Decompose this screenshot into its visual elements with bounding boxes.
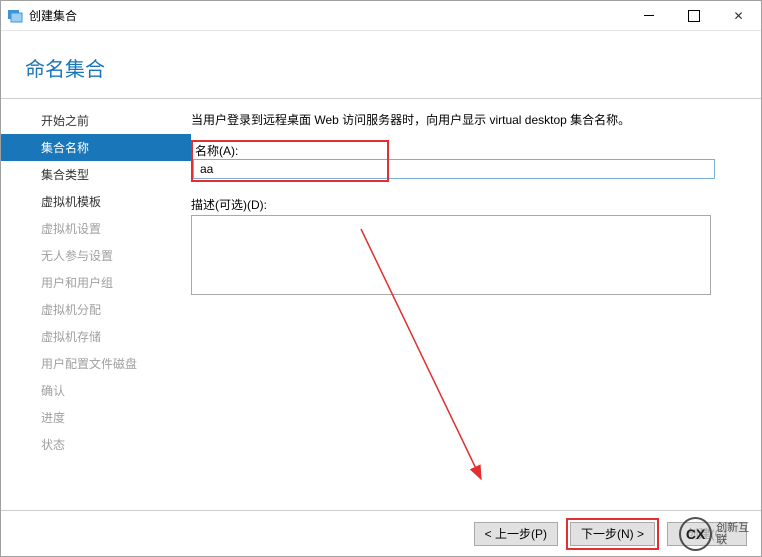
wizard-sidebar: 开始之前 集合名称 集合类型 虚拟机模板 虚拟机设置 无人参与设置 用户和用户组…: [1, 99, 191, 510]
maximize-button[interactable]: [671, 1, 716, 30]
sidebar-item-unattended: 无人参与设置: [1, 242, 191, 269]
wizard-footer: < 上一步(P) 下一步(N) > 创建(C) CX 创新互联: [1, 510, 761, 556]
previous-button[interactable]: < 上一步(P): [474, 522, 558, 546]
close-button[interactable]: [716, 1, 761, 30]
page-heading: 命名集合: [1, 31, 761, 98]
description-field-group: 描述(可选)(D):: [191, 196, 743, 298]
sidebar-item-vm-template[interactable]: 虚拟机模板: [1, 188, 191, 215]
app-icon: [7, 8, 23, 24]
sidebar-item-vm-storage: 虚拟机存储: [1, 323, 191, 350]
instruction-text: 当用户登录到远程桌面 Web 访问服务器时，向用户显示 virtual desk…: [191, 111, 743, 128]
sidebar-item-collection-type[interactable]: 集合类型: [1, 161, 191, 188]
minimize-button[interactable]: [626, 1, 671, 30]
wizard-body: 命名集合 开始之前 集合名称 集合类型 虚拟机模板 虚拟机设置 无人参与设置 用…: [1, 31, 761, 556]
description-label: 描述(可选)(D):: [191, 196, 743, 213]
sidebar-item-collection-name[interactable]: 集合名称: [1, 134, 191, 161]
content-area: 开始之前 集合名称 集合类型 虚拟机模板 虚拟机设置 无人参与设置 用户和用户组…: [1, 99, 761, 510]
name-field-group: 名称(A):: [191, 140, 743, 184]
sidebar-item-before-start[interactable]: 开始之前: [1, 107, 191, 134]
name-label: 名称(A):: [195, 142, 238, 159]
sidebar-item-vm-assign: 虚拟机分配: [1, 296, 191, 323]
window-controls: [626, 1, 761, 30]
sidebar-item-vm-settings: 虚拟机设置: [1, 215, 191, 242]
sidebar-item-users-groups: 用户和用户组: [1, 269, 191, 296]
create-button: 创建(C): [667, 522, 747, 546]
main-panel: 当用户登录到远程桌面 Web 访问服务器时，向用户显示 virtual desk…: [191, 99, 761, 510]
highlight-box-next: 下一步(N) >: [566, 518, 659, 550]
wizard-window: 创建集合 命名集合 开始之前 集合名称 集合类型 虚拟机模板 虚拟机设置 无人参…: [0, 0, 762, 557]
next-button[interactable]: 下一步(N) >: [570, 522, 655, 546]
sidebar-item-status: 状态: [1, 431, 191, 458]
description-textarea[interactable]: [191, 215, 711, 295]
sidebar-item-confirm: 确认: [1, 377, 191, 404]
sidebar-item-progress: 进度: [1, 404, 191, 431]
sidebar-item-profile-disk: 用户配置文件磁盘: [1, 350, 191, 377]
window-title: 创建集合: [29, 7, 626, 24]
titlebar: 创建集合: [1, 1, 761, 31]
name-input[interactable]: [193, 159, 715, 179]
